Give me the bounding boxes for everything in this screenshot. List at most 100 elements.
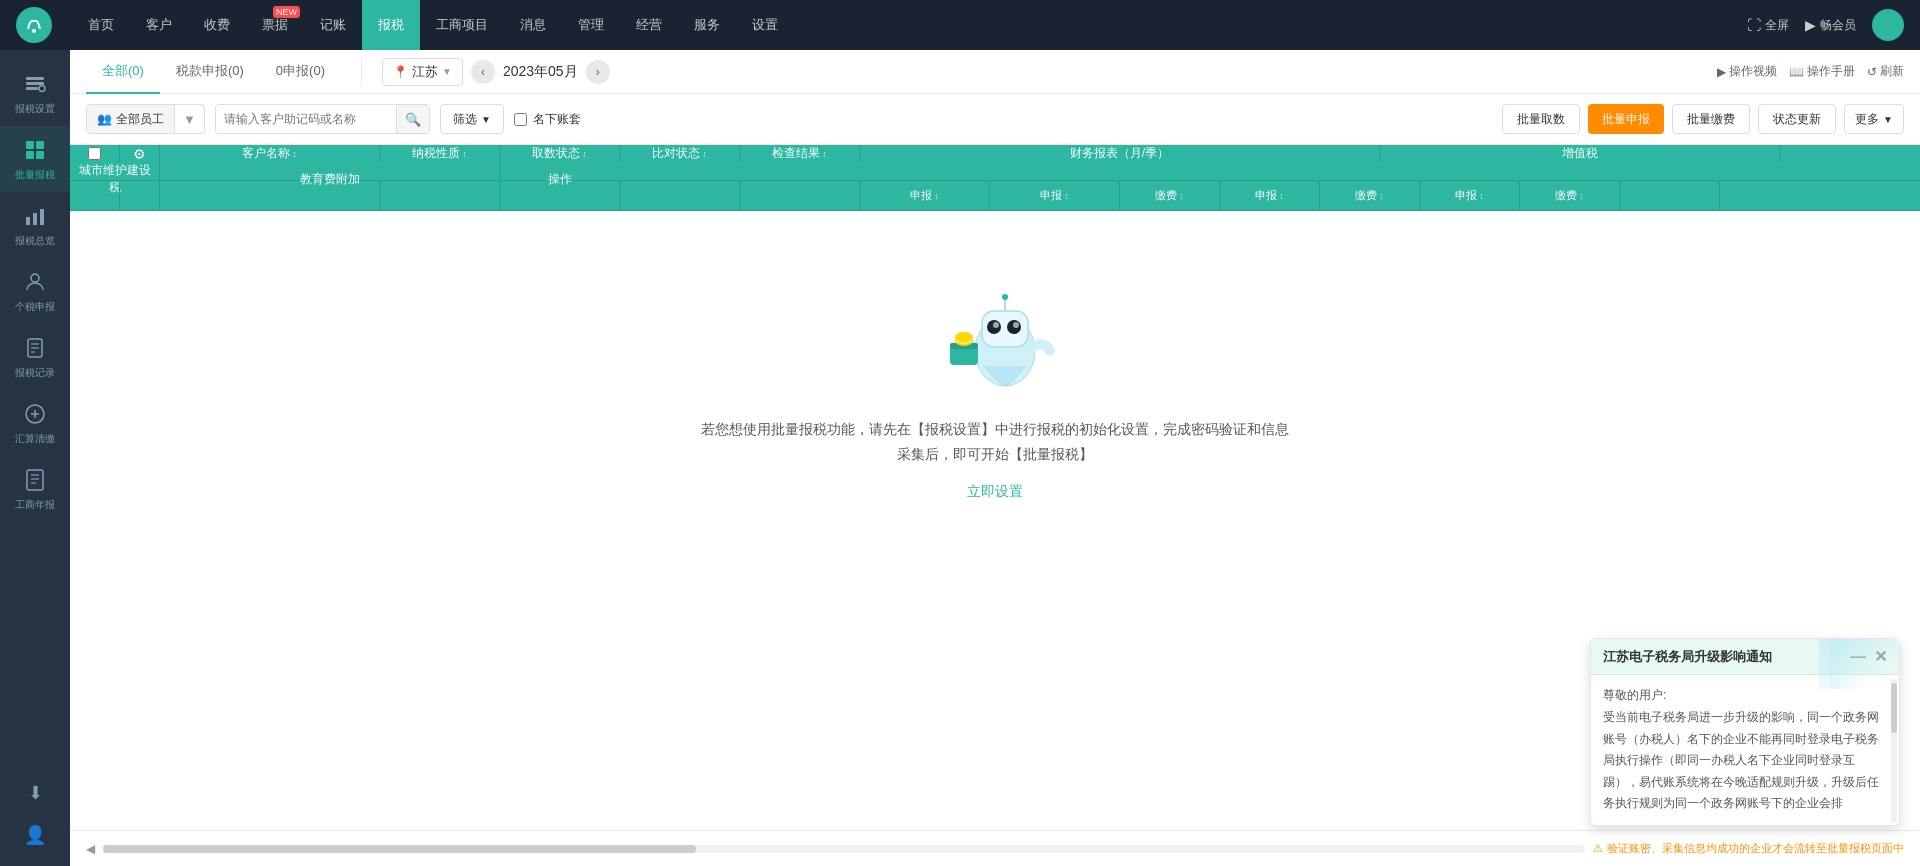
sort-icon-sub13: ↕ — [1579, 191, 1584, 201]
employee-icon: 👥 — [97, 112, 112, 126]
nav-invoice[interactable]: 票据 NEW — [246, 0, 304, 50]
svg-point-5 — [39, 86, 45, 92]
operation-manual-link[interactable]: 📖 操作手册 — [1789, 63, 1855, 80]
top-navigation: 首页 客户 收费 票据 NEW 记账 报税 工商项目 消息 管理 经营 服务 设… — [0, 0, 1920, 50]
employee-selector[interactable]: 👥 全部员工 ▼ — [86, 104, 205, 134]
svg-rect-12 — [40, 209, 44, 225]
member-button[interactable]: ▶ 畅会员 — [1805, 17, 1856, 34]
tab-tax-declare[interactable]: 税款申报(0) — [160, 50, 260, 94]
date-navigation: 📍 江苏 ▼ ‹ 2023年05月 › — [361, 58, 610, 86]
setup-link[interactable]: 立即设置 — [967, 483, 1023, 501]
left-scroll-arrow[interactable]: ◀ — [86, 842, 95, 856]
nav-right: ⛶ 全屏 ▶ 畅会员 — [1747, 9, 1904, 41]
th-sub-0 — [70, 181, 120, 210]
sort-icon: ↕ — [292, 149, 297, 159]
nav-service[interactable]: 服务 — [678, 0, 736, 50]
more-button[interactable]: 更多 ▼ — [1844, 104, 1904, 134]
nav-business[interactable]: 工商项目 — [420, 0, 504, 50]
tab-zero-declare[interactable]: 0申报(0) — [260, 50, 341, 94]
sidebar-item-tax-settings[interactable]: 报税设置 — [0, 60, 70, 126]
svg-rect-3 — [26, 82, 44, 85]
subsidiary-checkbox[interactable] — [514, 113, 527, 126]
batch-fetch-button[interactable]: 批量取数 — [1502, 104, 1580, 134]
settlement-icon — [21, 400, 49, 428]
notification-scrollbar[interactable] — [1891, 679, 1897, 823]
svg-point-35 — [955, 332, 973, 342]
tax-summary-icon — [21, 202, 49, 230]
toolbar: 👥 全部员工 ▼ 🔍 筛选 ▼ 名下账套 批 — [70, 94, 1920, 145]
nav-management[interactable]: 管理 — [562, 0, 620, 50]
next-month-button[interactable]: › — [586, 60, 610, 84]
select-all-checkbox[interactable] — [88, 147, 101, 160]
svg-point-1 — [32, 29, 36, 33]
svg-rect-11 — [33, 213, 37, 225]
th-sub-6 — [740, 181, 860, 210]
new-badge: NEW — [273, 6, 300, 18]
th-sub-3 — [380, 181, 500, 210]
sidebar-item-user[interactable]: 👤 — [0, 814, 70, 856]
status-update-button[interactable]: 状态更新 — [1758, 104, 1836, 134]
sidebar-item-personal-tax[interactable]: 个税申报 — [0, 258, 70, 324]
table-header-sub: 申报 ↕ 申报 ↕ 缴费 ↕ 申报 ↕ 缴费 ↕ — [70, 181, 1920, 211]
sidebar-item-annual-report[interactable]: 工商年报 — [0, 456, 70, 522]
table-header-top: ⚙ 客户名称 ↕ 纳税性质 ↕ 取数状态 ↕ 比对状态 ↕ — [70, 145, 1920, 181]
settings-icon[interactable]: ⚙ — [133, 146, 146, 162]
th-sub-1 — [120, 181, 160, 210]
svg-point-27 — [993, 322, 999, 328]
batch-pay-button[interactable]: 批量缴费 — [1672, 104, 1750, 134]
warning-icon: ⚠ — [1593, 842, 1603, 855]
province-selector[interactable]: 📍 江苏 ▼ — [382, 58, 463, 86]
prev-month-button[interactable]: ‹ — [471, 60, 495, 84]
filter-button[interactable]: 筛选 ▼ — [440, 104, 504, 134]
tab-all[interactable]: 全部(0) — [86, 50, 160, 94]
fullscreen-icon: ⛶ — [1747, 17, 1761, 33]
employee-dropdown-icon[interactable]: ▼ — [175, 105, 204, 133]
nav-accounting[interactable]: 记账 — [304, 0, 362, 50]
nav-customer[interactable]: 客户 — [130, 0, 188, 50]
download-icon: ⬇ — [28, 782, 43, 804]
horizontal-scrollbar[interactable] — [103, 845, 1585, 853]
th-sub-12: 申报 ↕ — [1420, 181, 1520, 210]
svg-rect-4 — [26, 87, 38, 90]
app-logo — [16, 7, 52, 43]
nav-billing[interactable]: 收费 — [188, 0, 246, 50]
sidebar-item-batch-tax[interactable]: 批量报税 — [0, 126, 70, 192]
th-check-result: 检查结果 ↕ — [740, 145, 860, 162]
sort-icon-sub10: ↕ — [1279, 191, 1284, 201]
nav-message[interactable]: 消息 — [504, 0, 562, 50]
refresh-button[interactable]: ↺ 刷新 — [1867, 63, 1904, 80]
th-fetch-status: 取数状态 ↕ — [500, 145, 620, 162]
user-avatar[interactable] — [1872, 9, 1904, 41]
search-button[interactable]: 🔍 — [396, 105, 429, 133]
fullscreen-button[interactable]: ⛶ 全屏 — [1747, 17, 1789, 34]
sort-icon-sub9: ↕ — [1179, 191, 1184, 201]
th-sub-2 — [160, 181, 380, 210]
tab-bar: 全部(0) 税款申报(0) 0申报(0) 📍 江苏 ▼ ‹ 2023年05月 — [70, 50, 1920, 94]
sort-icon-sub12: ↕ — [1479, 191, 1484, 201]
province-icon: 📍 — [393, 65, 408, 79]
nav-home[interactable]: 首页 — [72, 0, 130, 50]
nav-settings[interactable]: 设置 — [736, 0, 794, 50]
personal-tax-icon — [21, 268, 49, 296]
sidebar-item-settlement[interactable]: 汇算清缴 — [0, 390, 70, 456]
th-sub-7: 申报 ↕ — [860, 181, 990, 210]
notification-content: 尊敬的用户: 受当前电子税务局进一步升级的影响，同一个政务网账号（办税人）名下的… — [1603, 685, 1887, 815]
th-checkbox-col — [70, 145, 120, 162]
batch-declare-button[interactable]: 批量申报 — [1588, 104, 1664, 134]
svg-rect-8 — [26, 151, 34, 159]
sidebar-item-tax-summary[interactable]: 报税总览 — [0, 192, 70, 258]
svg-rect-10 — [26, 217, 30, 225]
search-input[interactable] — [216, 105, 396, 133]
th-vat: 增值税 — [1380, 145, 1780, 162]
tab-actions: ▶ 操作视频 📖 操作手册 ↺ 刷新 — [1717, 63, 1904, 80]
sidebar-item-download[interactable]: ⬇ — [0, 772, 70, 814]
svg-rect-7 — [36, 141, 44, 149]
nav-tax[interactable]: 报税 — [362, 0, 420, 50]
sidebar-item-tax-record[interactable]: 报税记录 — [0, 324, 70, 390]
operation-video-link[interactable]: ▶ 操作视频 — [1717, 63, 1777, 80]
nav-operation[interactable]: 经营 — [620, 0, 678, 50]
notification-title: 江苏电子税务局升级影响通知 — [1603, 648, 1772, 666]
sort-icon-compare: ↕ — [702, 149, 707, 159]
th-sub-5 — [620, 181, 740, 210]
svg-point-13 — [31, 274, 39, 282]
